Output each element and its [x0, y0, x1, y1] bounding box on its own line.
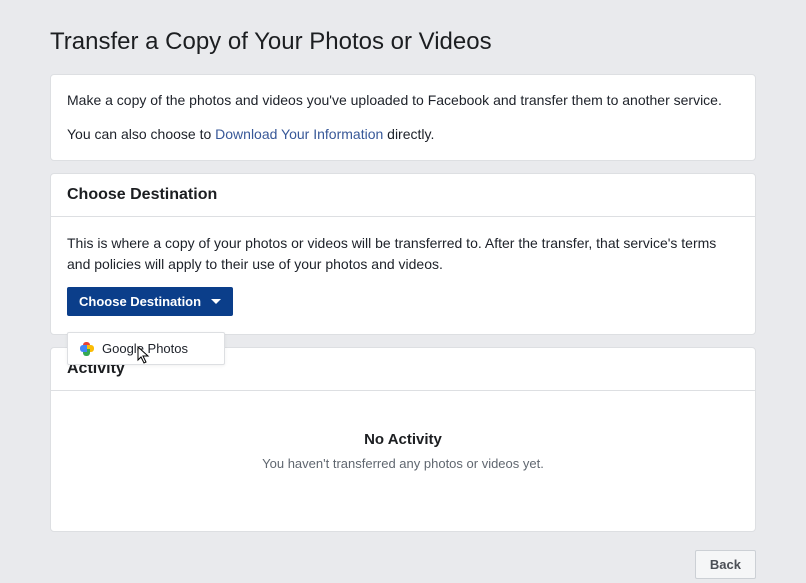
download-info-link[interactable]: Download Your Information [215, 126, 383, 142]
destination-option-label: Google Photos [102, 341, 188, 356]
activity-card: Activity No Activity You haven't transfe… [50, 347, 756, 532]
activity-body: No Activity You haven't transferred any … [51, 391, 755, 531]
choose-destination-button[interactable]: Choose Destination [67, 287, 233, 316]
intro-line1: Make a copy of the photos and videos you… [67, 91, 739, 111]
caret-down-icon [211, 299, 221, 304]
intro-line2-prefix: You can also choose to [67, 126, 215, 142]
destination-card: Choose Destination This is where a copy … [50, 173, 756, 335]
destination-body: This is where a copy of your photos or v… [51, 217, 755, 334]
destination-option-google-photos[interactable]: Google Photos [68, 333, 224, 364]
intro-card: Make a copy of the photos and videos you… [50, 74, 756, 161]
no-activity-title: No Activity [67, 431, 739, 448]
intro-line2-suffix: directly. [383, 126, 434, 142]
page-title: Transfer a Copy of Your Photos or Videos [50, 28, 756, 56]
choose-destination-label: Choose Destination [79, 294, 201, 309]
no-activity-subtitle: You haven't transferred any photos or vi… [67, 456, 739, 471]
destination-dropdown: Google Photos [67, 332, 225, 365]
destination-description: This is where a copy of your photos or v… [67, 233, 739, 275]
google-photos-icon [80, 342, 94, 356]
intro-line2: You can also choose to Download Your Inf… [67, 125, 739, 145]
back-button[interactable]: Back [695, 550, 756, 579]
footer: Back [0, 544, 806, 579]
destination-header: Choose Destination [51, 174, 755, 217]
